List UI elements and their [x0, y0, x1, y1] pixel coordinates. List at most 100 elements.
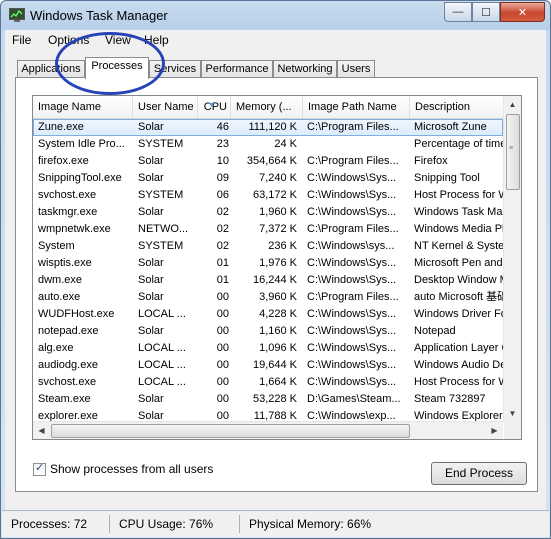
table-row[interactable]: taskmgr.exe Solar 02 1,960 K C:\Windows\Sys.…: [33, 204, 503, 221]
status-bar: Processes: 72 CPU Usage: 76% Physical Me…: [2, 510, 549, 537]
table-row[interactable]: alg.exe LOCAL ... 00 1,096 K C:\Windows\Sys.…: [33, 340, 503, 357]
process-path: C:\Program Files...: [307, 155, 399, 167]
minimize-button[interactable]: —: [444, 2, 472, 22]
process-path: C:\Windows\Sys...: [307, 189, 397, 201]
process-name: wisptis.exe: [38, 257, 92, 269]
process-description: Microsoft Zune: [414, 121, 487, 133]
process-memory: 1,960 K: [259, 206, 297, 218]
table-row[interactable]: SnippingTool.exe Solar 09 7,240 K C:\Windows…: [33, 170, 503, 187]
process-description: Windows Driver Fo: [414, 308, 503, 320]
process-description: NT Kernel & System: [414, 240, 503, 252]
table-row[interactable]: wmpnetwk.exe NETWO... 02 7,372 K C:\Program …: [33, 221, 503, 238]
process-path: [307, 136, 411, 153]
column-image-name[interactable]: Image Name: [33, 96, 133, 118]
table-row[interactable]: notepad.exe Solar 00 1,160 K C:\Windows\Sys.…: [33, 323, 503, 340]
process-user: Solar: [138, 155, 164, 167]
menu-bar: File Options View Help: [5, 30, 546, 50]
process-list[interactable]: Image Name User Name ▼ CPU Memory (... I…: [32, 95, 522, 440]
table-row[interactable]: svchost.exe SYSTEM 06 63,172 K C:\Windows\Sy…: [33, 187, 503, 204]
process-name: alg.exe: [38, 342, 74, 354]
vertical-scroll-thumb[interactable]: ≡: [506, 114, 520, 190]
process-name: WUDFHost.exe: [38, 308, 115, 320]
process-path: C:\Windows\Sys...: [307, 206, 397, 218]
table-row[interactable]: Steam.exe Solar 00 53,228 K D:\Games\Steam..…: [33, 391, 503, 408]
table-row[interactable]: dwm.exe Solar 01 16,244 K C:\Windows\Sys... D…: [33, 272, 503, 289]
process-name: wmpnetwk.exe: [38, 223, 111, 235]
process-cpu: 00: [216, 291, 229, 303]
process-memory: 7,240 K: [259, 172, 297, 184]
table-row[interactable]: auto.exe Solar 00 3,960 K C:\Program Files..…: [33, 289, 503, 306]
maximize-button[interactable]: ☐: [472, 2, 500, 22]
table-row[interactable]: svchost.exe LOCAL ... 00 1,664 K C:\Windows\…: [33, 374, 503, 391]
process-cpu: 00: [216, 325, 229, 337]
process-user: Solar: [138, 291, 164, 303]
horizontal-scrollbar[interactable]: ◀ ▶: [33, 421, 503, 439]
process-memory: 19,644 K: [252, 359, 297, 371]
process-cpu: 00: [216, 393, 229, 405]
menu-file[interactable]: File: [12, 33, 31, 47]
scroll-left-icon[interactable]: ◀: [33, 422, 50, 439]
process-name: svchost.exe: [38, 189, 97, 201]
tab-networking[interactable]: Networking: [273, 60, 337, 78]
process-memory: 1,160 K: [259, 325, 297, 337]
show-all-users-checkbox[interactable]: [33, 461, 46, 476]
horizontal-scroll-thumb[interactable]: [51, 424, 410, 438]
table-row[interactable]: System Idle Pro... SYSTEM 23 24 K Percentage…: [33, 136, 503, 153]
menu-help[interactable]: Help: [144, 33, 169, 47]
end-process-button[interactable]: End Process: [431, 462, 527, 485]
process-user: LOCAL ...: [138, 376, 186, 388]
close-button[interactable]: ✕: [500, 2, 545, 22]
client-area: File Options View Help Applications Proc…: [5, 30, 546, 510]
column-cpu[interactable]: ▼ CPU: [198, 96, 231, 118]
table-row[interactable]: firefox.exe Solar 10 354,664 K C:\Program Fi…: [33, 153, 503, 170]
table-row[interactable]: audiodg.exe LOCAL ... 00 19,644 K C:\Windows…: [33, 357, 503, 374]
process-cpu: 00: [216, 342, 229, 354]
scroll-down-icon[interactable]: ▼: [504, 405, 521, 422]
process-cpu: 02: [216, 206, 229, 218]
process-description: Microsoft Pen and T: [414, 257, 503, 269]
process-user: Solar: [138, 274, 164, 286]
table-row[interactable]: Zune.exe Solar 46 111,120 K C:\Program Files…: [33, 119, 503, 136]
process-memory: 7,372 K: [259, 223, 297, 235]
process-memory: 1,096 K: [259, 342, 297, 354]
process-memory: 16,244 K: [252, 274, 297, 286]
process-path: C:\Windows\Sys...: [307, 342, 397, 354]
process-memory: 236 K: [268, 240, 297, 252]
table-row[interactable]: WUDFHost.exe LOCAL ... 00 4,228 K C:\Windows…: [33, 306, 503, 323]
process-memory: 53,228 K: [252, 393, 297, 405]
menu-view[interactable]: View: [105, 33, 131, 47]
process-cpu: 10: [216, 155, 229, 167]
tab-processes[interactable]: Processes: [85, 57, 149, 79]
scroll-corner: [504, 422, 521, 439]
process-user: Solar: [138, 206, 164, 218]
process-user: SYSTEM: [138, 138, 184, 150]
tab-users[interactable]: Users: [337, 60, 375, 78]
grip-icon: ≡: [509, 145, 514, 152]
process-cpu: 02: [216, 223, 229, 235]
tab-applications[interactable]: Applications: [17, 60, 85, 78]
process-user: SYSTEM: [138, 189, 184, 201]
table-row[interactable]: System SYSTEM 02 236 K C:\Windows\sys... NT K…: [33, 238, 503, 255]
tab-services[interactable]: Services: [149, 60, 201, 78]
process-user: Solar: [138, 325, 164, 337]
column-memory[interactable]: Memory (...: [231, 96, 303, 118]
process-path: C:\Windows\Sys...: [307, 359, 397, 371]
process-cpu: 09: [216, 172, 229, 184]
process-path: D:\Games\Steam...: [307, 393, 401, 405]
process-name: Steam.exe: [38, 393, 91, 405]
table-row[interactable]: wisptis.exe Solar 01 1,976 K C:\Windows\Sys.…: [33, 255, 503, 272]
vertical-scrollbar[interactable]: ▲ ≡ ▼: [503, 96, 521, 422]
menu-options[interactable]: Options: [48, 33, 89, 47]
tab-performance[interactable]: Performance: [201, 60, 273, 78]
process-path: C:\Windows\Sys...: [307, 376, 397, 388]
column-description[interactable]: Description: [410, 96, 503, 118]
column-image-path[interactable]: Image Path Name: [303, 96, 410, 118]
title-bar[interactable]: Windows Task Manager — ☐ ✕: [1, 1, 550, 29]
scroll-right-icon[interactable]: ▶: [486, 422, 503, 439]
column-user-name[interactable]: User Name: [133, 96, 198, 118]
show-all-users-option[interactable]: Show processes from all users: [33, 461, 213, 476]
scroll-up-icon[interactable]: ▲: [504, 96, 521, 113]
process-user: Solar: [138, 172, 164, 184]
process-cpu: 06: [216, 189, 229, 201]
task-manager-icon: [9, 8, 25, 22]
